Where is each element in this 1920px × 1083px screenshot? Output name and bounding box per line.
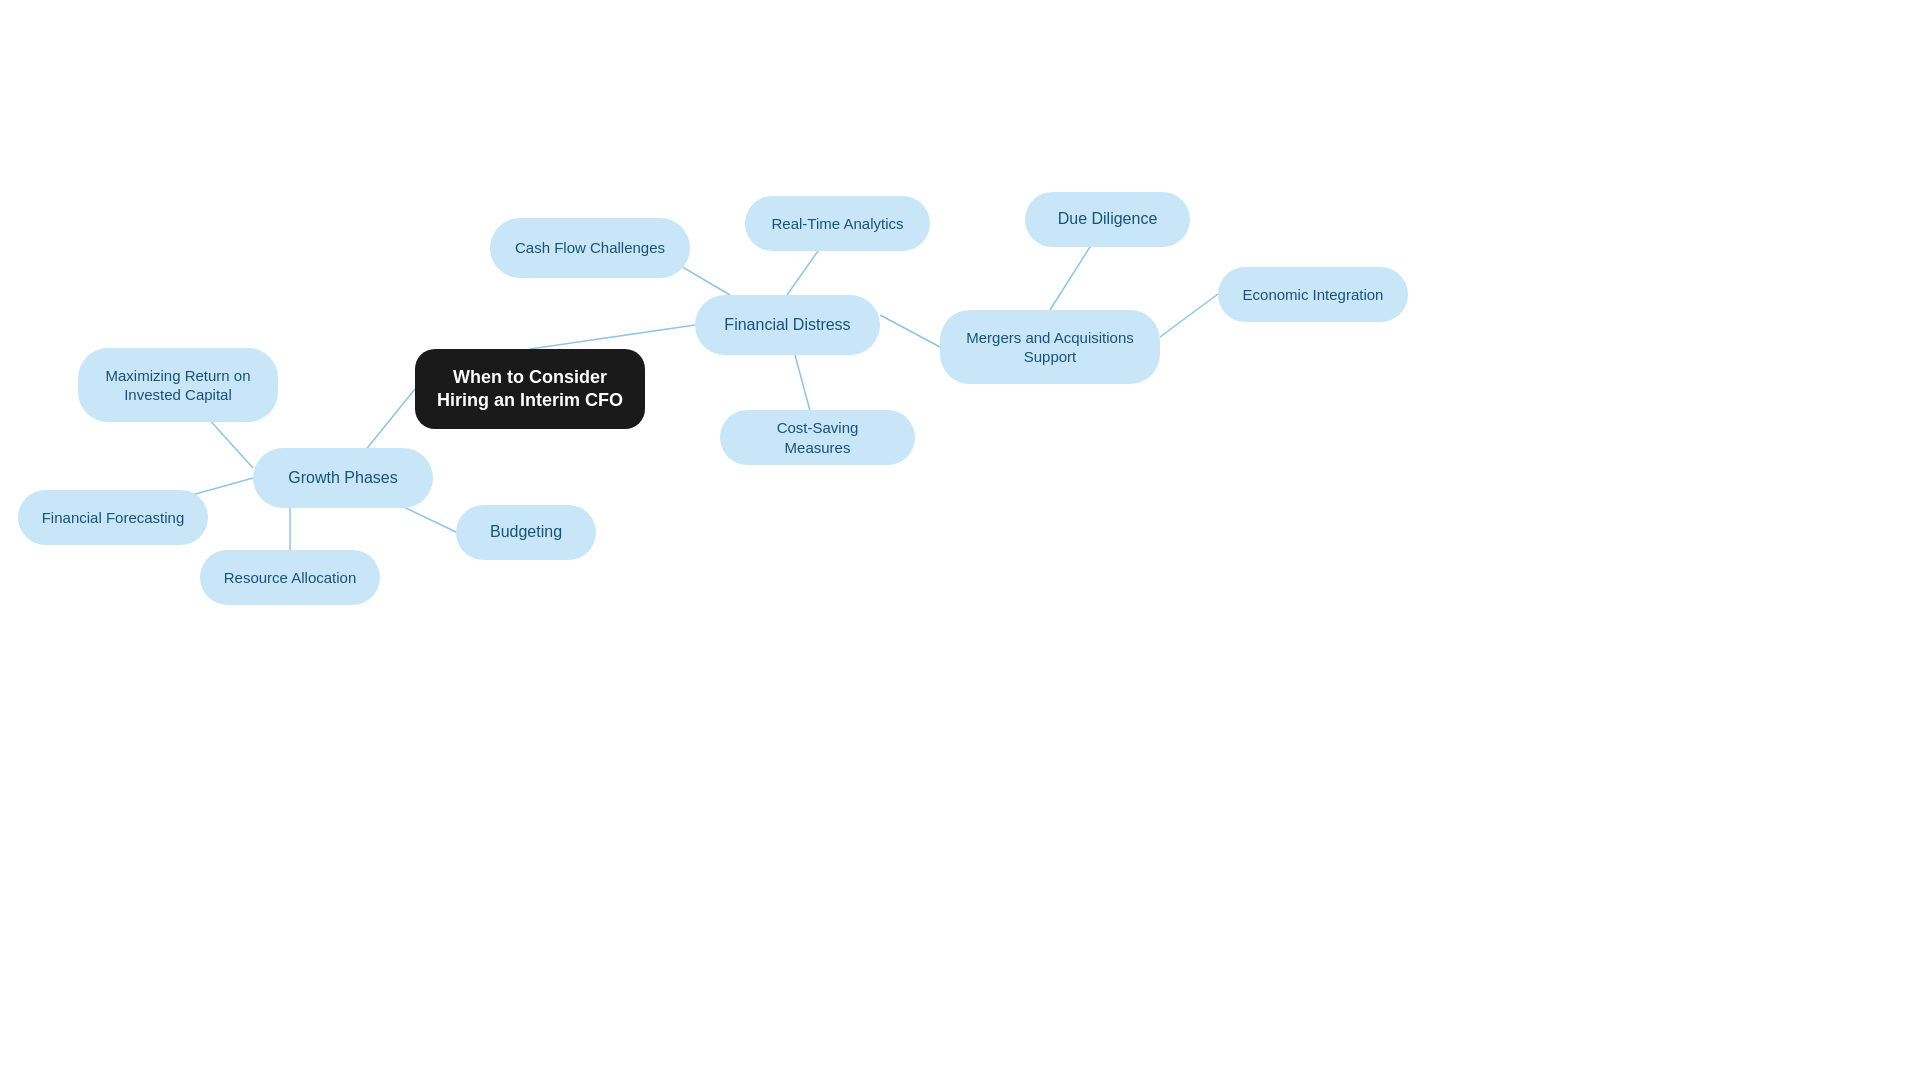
due-diligence-node[interactable]: Due Diligence [1025, 192, 1190, 247]
svg-line-9 [880, 315, 940, 347]
svg-line-5 [530, 325, 695, 349]
financial-distress-node[interactable]: Financial Distress [695, 295, 880, 355]
svg-line-11 [1160, 294, 1218, 337]
economic-integration-node[interactable]: Economic Integration [1218, 267, 1408, 322]
growth-phases-node[interactable]: Growth Phases [253, 448, 433, 508]
budgeting-node[interactable]: Budgeting [456, 505, 596, 560]
real-time-analytics-node[interactable]: Real-Time Analytics [745, 196, 930, 251]
cost-saving-measures-node[interactable]: Cost-Saving Measures [720, 410, 915, 465]
center-node[interactable]: When to Consider Hiring an Interim CFO [415, 349, 645, 429]
mergers-acquisitions-node[interactable]: Mergers and Acquisitions Support [940, 310, 1160, 384]
maximizing-return-node[interactable]: Maximizing Return on Invested Capital [78, 348, 278, 422]
cash-flow-challenges-node[interactable]: Cash Flow Challenges [490, 218, 690, 278]
financial-forecasting-node[interactable]: Financial Forecasting [18, 490, 208, 545]
resource-allocation-node[interactable]: Resource Allocation [200, 550, 380, 605]
